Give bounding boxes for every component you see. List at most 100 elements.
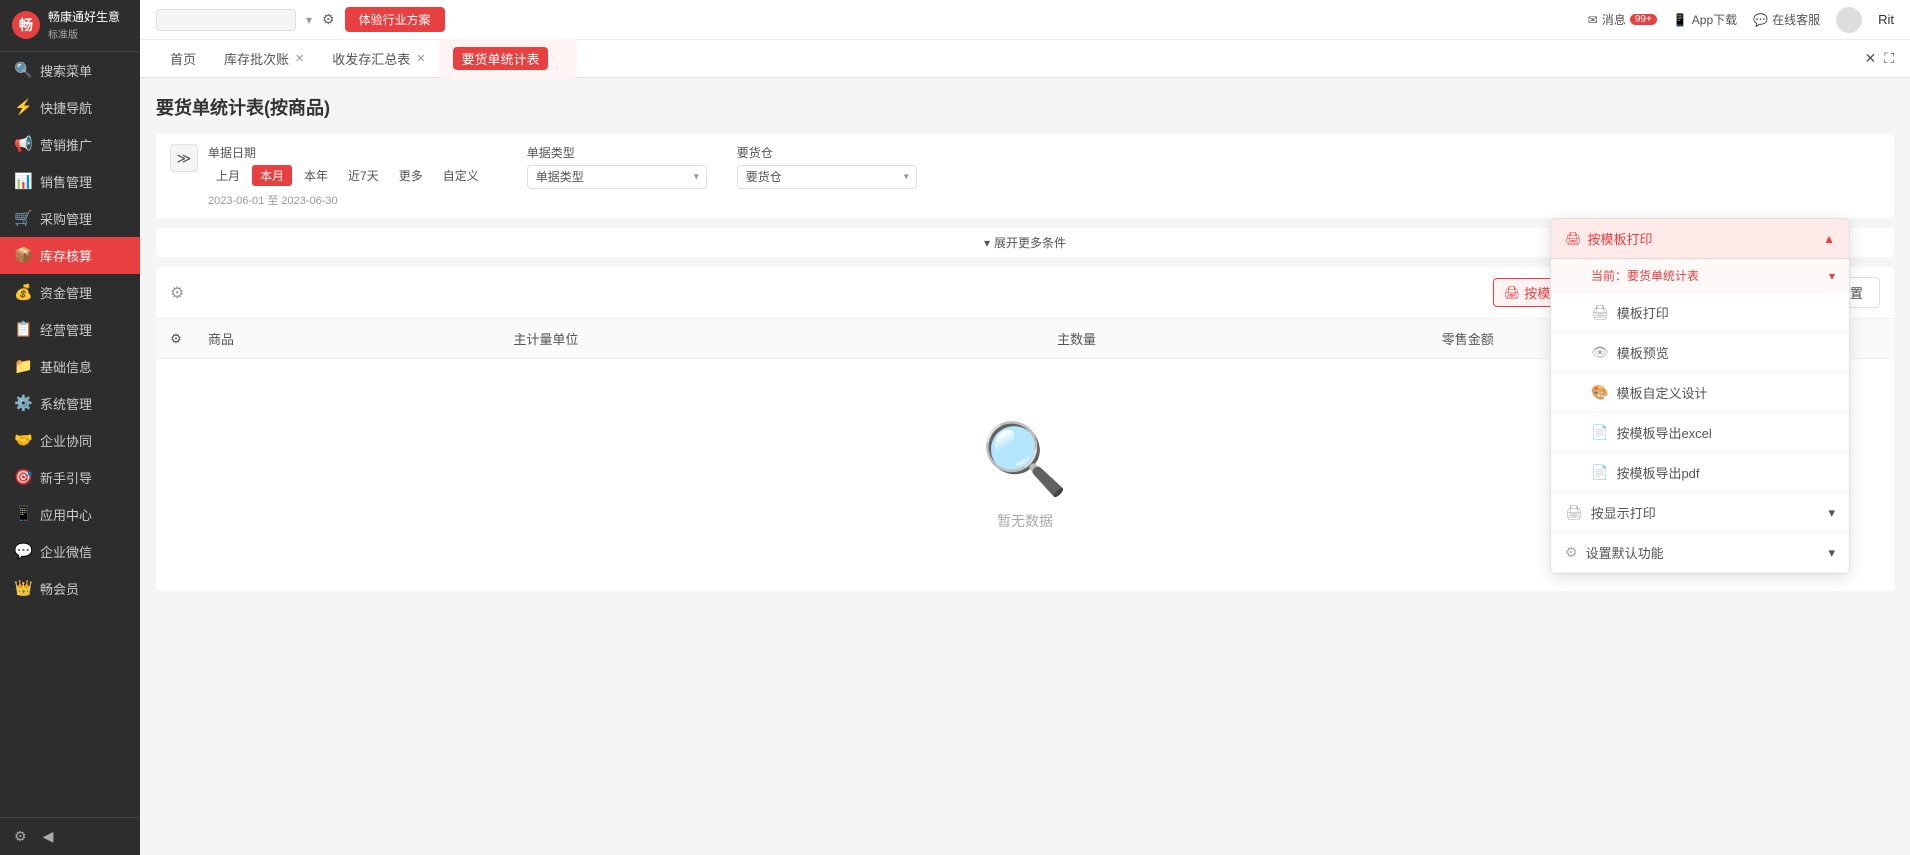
sidebar-nav: ⚡ 快捷导航 📢 营销推广 📊 销售管理 🛒 采购管理 📦 库存核算 💰 资金管…: [0, 89, 140, 817]
sidebar-item-label: 企业微信: [40, 542, 92, 561]
date-btn-year[interactable]: 本年: [296, 165, 336, 186]
sidebar-item-marketing[interactable]: 📢 营销推广: [0, 126, 140, 163]
dropdown-item-export-excel[interactable]: 📄 按模板导出excel: [1551, 413, 1849, 453]
member-icon: 👑: [14, 579, 32, 597]
app-download-icon: 📱: [1673, 13, 1688, 27]
tab-inventory-batch[interactable]: 库存批次账 ✕: [210, 41, 318, 76]
apps-icon: 📱: [14, 505, 32, 523]
close-window-btn[interactable]: ✕: [1864, 50, 1876, 67]
sidebar-item-guide[interactable]: 🎯 新手引导: [0, 459, 140, 496]
export-excel-icon: 📄: [1591, 424, 1608, 441]
sidebar-item-apps[interactable]: 📱 应用中心: [0, 496, 140, 533]
sidebar-item-operations[interactable]: 📋 经营管理: [0, 311, 140, 348]
tab-receipt-summary-close[interactable]: ✕: [416, 52, 425, 65]
marketing-icon: 📢: [14, 135, 32, 153]
sidebar-item-finance[interactable]: 💰 资金管理: [0, 274, 140, 311]
quick-nav-icon: ⚡: [14, 98, 32, 116]
filter-warehouse-group: 要货仓 要货仓 ▾: [737, 144, 917, 189]
tab-home[interactable]: 首页: [156, 41, 210, 76]
dropdown-item-export-pdf[interactable]: 📄 按模板导出pdf: [1551, 453, 1849, 493]
col-unit: 主计量单位: [501, 319, 1045, 359]
sidebar-logo: 畅 畅康通好生意 标准版: [0, 0, 140, 52]
sidebar-item-label: 采购管理: [40, 209, 92, 228]
tab-window-btns: ✕ ⛶: [1864, 50, 1894, 67]
sidebar-item-member[interactable]: 👑 畅会员: [0, 570, 140, 607]
topbar-chevron-icon[interactable]: ▾: [306, 13, 312, 27]
topbar-search-input[interactable]: [156, 9, 296, 31]
date-btn-7days[interactable]: 近7天: [340, 165, 387, 186]
dropdown-current-template[interactable]: 当前：要货单统计表 ▾: [1551, 259, 1849, 293]
current-template-label: 当前：要货单统计表: [1591, 267, 1699, 284]
date-btn-custom[interactable]: 自定义: [435, 165, 487, 186]
tab-order-stats[interactable]: 要货单统计表 ✕: [439, 39, 576, 78]
purchase-icon: 🛒: [14, 209, 32, 227]
sidebar-item-label: 库存核算: [40, 246, 92, 265]
dropdown-collapse-btn[interactable]: ▲: [1823, 232, 1835, 246]
dropdown-item-template-custom[interactable]: 🎨 模板自定义设计: [1551, 373, 1849, 413]
dropdown-item-template-preview[interactable]: 👁 模板预览: [1551, 333, 1849, 373]
tab-receipt-summary[interactable]: 收发存汇总表 ✕: [318, 41, 439, 76]
settings-gear-icon[interactable]: ⚙: [170, 283, 184, 303]
settings-icon[interactable]: ⚙: [14, 828, 27, 845]
avatar[interactable]: [1836, 7, 1862, 33]
sidebar-item-collab[interactable]: 🤝 企业协同: [0, 422, 140, 459]
online-service-btn[interactable]: 💬 在线客服: [1753, 11, 1820, 28]
sidebar-item-quick-nav[interactable]: ⚡ 快捷导航: [0, 89, 140, 126]
export-excel-label: 按模板导出excel: [1616, 423, 1711, 442]
wechat-icon: 💬: [14, 542, 32, 560]
tabs-bar: 首页 库存批次账 ✕ 收发存汇总表 ✕ 要货单统计表 ✕ ✕ ⛶: [140, 40, 1910, 78]
filter-warehouse-select[interactable]: 要货仓: [737, 165, 917, 189]
sidebar-item-label: 基础信息: [40, 357, 92, 376]
operations-icon: 📋: [14, 320, 32, 338]
dropdown-section-display-print[interactable]: 🖨 按显示打印 ▾: [1551, 493, 1849, 533]
date-btn-current-month[interactable]: 本月: [252, 165, 292, 186]
filter-expand-btn[interactable]: ≫: [170, 144, 198, 172]
current-template-arrow: ▾: [1829, 269, 1835, 283]
filter-warehouse-label: 要货仓: [737, 144, 917, 161]
topbar: ▾ ⚙ 体验行业方案 ✉ 消息 99+ 📱 App下载 💬 在线客服 Rit: [140, 0, 1910, 40]
message-badge: 99+: [1630, 14, 1657, 25]
dropdown-title-group: 🖨 按模板打印: [1565, 229, 1653, 248]
filter-warehouse-select-wrap: 要货仓 ▾: [737, 165, 917, 189]
tab-inventory-batch-close[interactable]: ✕: [295, 52, 304, 65]
dropdown-item-template-print[interactable]: 🖨 模板打印: [1551, 293, 1849, 333]
collapse-icon[interactable]: ◀: [43, 828, 54, 845]
main-content: ▾ ⚙ 体验行业方案 ✉ 消息 99+ 📱 App下载 💬 在线客服 Rit 首…: [140, 0, 1910, 855]
finance-icon: 💰: [14, 283, 32, 301]
expand-more-label: 展开更多条件: [994, 234, 1066, 251]
sidebar-item-basic[interactable]: 📁 基础信息: [0, 348, 140, 385]
maximize-btn[interactable]: ⛶: [1884, 50, 1894, 67]
sidebar-item-label: 企业协同: [40, 431, 92, 450]
trial-btn[interactable]: 体验行业方案: [345, 7, 445, 32]
page-content: 要货单统计表(按商品) ≫ 单据日期 上月 本月 本年 近7天 更多 自定义 2…: [140, 78, 1910, 855]
filter-date-range: 2023-06-01 至 2023-06-30: [208, 192, 487, 208]
dropdown-section-set-default[interactable]: ⚙ 设置默认功能 ▾: [1551, 533, 1849, 573]
sidebar-item-wechat[interactable]: 💬 企业微信: [0, 533, 140, 570]
sidebar-item-inventory[interactable]: 📦 库存核算: [0, 237, 140, 274]
date-btn-more[interactable]: 更多: [391, 165, 431, 186]
sidebar-item-system[interactable]: ⚙️ 系统管理: [0, 385, 140, 422]
sidebar-item-purchase[interactable]: 🛒 采购管理: [0, 200, 140, 237]
sidebar-search[interactable]: 🔍 搜索菜单: [0, 52, 140, 89]
date-btn-prev-month[interactable]: 上月: [208, 165, 248, 186]
tab-order-stats-close[interactable]: ✕: [554, 52, 563, 65]
message-btn[interactable]: ✉ 消息 99+: [1588, 11, 1657, 28]
topbar-gear-icon[interactable]: ⚙: [322, 11, 335, 28]
export-pdf-icon: 📄: [1591, 464, 1608, 481]
search-icon: 🔍: [14, 61, 32, 79]
logo-badge: 标准版: [48, 26, 120, 41]
sidebar-item-label: 应用中心: [40, 505, 92, 524]
sidebar-item-label: 经营管理: [40, 320, 92, 339]
filter-dates: 上月 本月 本年 近7天 更多 自定义: [208, 165, 487, 186]
topbar-right: ✉ 消息 99+ 📱 App下载 💬 在线客服 Rit: [1588, 7, 1894, 33]
app-download-btn[interactable]: 📱 App下载: [1673, 11, 1737, 28]
dropdown-printer-icon: 🖨: [1565, 231, 1582, 247]
template-custom-icon: 🎨: [1591, 384, 1608, 401]
display-print-icon: 🖨: [1565, 504, 1583, 521]
collab-icon: 🤝: [14, 431, 32, 449]
app-download-label: App下载: [1692, 11, 1737, 28]
page-title: 要货单统计表(按商品): [156, 94, 1894, 120]
set-default-left: ⚙ 设置默认功能: [1565, 543, 1664, 562]
filter-type-select[interactable]: 单据类型: [527, 165, 707, 189]
sidebar-item-sales[interactable]: 📊 销售管理: [0, 163, 140, 200]
